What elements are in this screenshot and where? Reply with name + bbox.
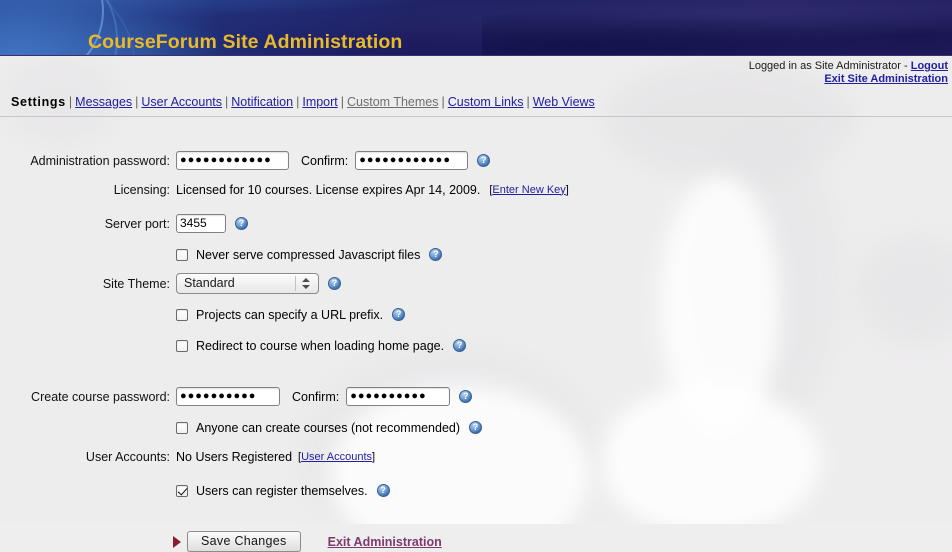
row-server-port: Server port: 3455 ? xyxy=(0,213,952,234)
user-accounts-link[interactable]: User Accounts xyxy=(301,451,372,463)
url-prefix-checkbox[interactable] xyxy=(176,308,188,321)
tab-web-views[interactable]: Web Views xyxy=(533,95,595,109)
row-self-register: Users can register themselves. ? xyxy=(0,480,952,501)
tab-separator: | xyxy=(68,95,73,109)
row-redirect-home: Redirect to course when loading home pag… xyxy=(0,335,952,356)
help-icon[interactable]: ? xyxy=(328,277,341,290)
help-icon[interactable]: ? xyxy=(376,484,390,497)
row-create-course-password: Create course password: ●●●●●●●●●● Confi… xyxy=(0,386,952,407)
redirect-home-checkbox[interactable] xyxy=(176,339,188,352)
anyone-create-courses-checkbox[interactable] xyxy=(176,421,188,434)
row-anyone-create-courses: Anyone can create courses (not recommend… xyxy=(0,417,952,438)
site-theme-select[interactable]: Standard xyxy=(176,273,319,294)
tab-settings[interactable]: Settings xyxy=(11,95,66,109)
row-never-compress: Never serve compressed Javascript files … xyxy=(0,244,952,265)
create-course-password-value: ●●●●●●●●●● xyxy=(180,390,257,402)
admin-password-input[interactable]: ●●●●●●●●●●●● xyxy=(176,151,289,170)
tab-custom-themes[interactable]: Custom Themes xyxy=(347,95,438,109)
create-course-password-input[interactable]: ●●●●●●●●●● xyxy=(176,387,280,406)
bracket-close: ] xyxy=(372,450,376,463)
url-prefix-label[interactable]: Projects can specify a URL prefix. xyxy=(196,308,383,322)
help-icon[interactable]: ? xyxy=(392,308,406,321)
site-banner: CourseForum Site Administration xyxy=(0,0,952,56)
row-user-accounts: User Accounts: No Users Registered [User… xyxy=(0,446,952,467)
banner-texture xyxy=(482,0,952,55)
help-icon[interactable]: ? xyxy=(235,217,248,230)
licensing-text: Licensed for 10 courses. License expires… xyxy=(176,182,481,197)
admin-password-confirm-value: ●●●●●●●●●●●● xyxy=(359,154,451,166)
create-course-password-label: Create course password: xyxy=(31,389,170,404)
exit-site-administration-link[interactable]: Exit Site Administration xyxy=(824,73,948,85)
row-licensing: Licensing: Licensed for 10 courses. Lice… xyxy=(0,179,952,200)
tab-import[interactable]: Import xyxy=(302,95,337,109)
logout-link[interactable]: Logout xyxy=(911,60,948,72)
create-course-password-confirm-label: Confirm: xyxy=(292,389,340,404)
save-changes-button[interactable]: Save Changes xyxy=(187,531,301,552)
tab-custom-links[interactable]: Custom Links xyxy=(448,95,524,109)
bracket-close: ] xyxy=(565,183,569,196)
server-port-label: Server port: xyxy=(104,216,170,231)
user-accounts-status-text: No Users Registered xyxy=(176,449,293,464)
admin-password-confirm-input[interactable]: ●●●●●●●●●●●● xyxy=(355,151,469,170)
row-url-prefix: Projects can specify a URL prefix. ? xyxy=(0,304,952,325)
page-root: CourseForum Site Administration Logged i… xyxy=(0,0,952,552)
help-icon[interactable]: ? xyxy=(429,248,443,261)
tab-messages[interactable]: Messages xyxy=(75,95,132,109)
self-register-label[interactable]: Users can register themselves. xyxy=(196,484,368,498)
tab-separator: | xyxy=(225,95,229,109)
help-icon[interactable]: ? xyxy=(477,154,491,167)
create-course-password-confirm-value: ●●●●●●●●●● xyxy=(350,390,427,402)
triangle-marker-icon xyxy=(173,535,181,548)
tab-notification[interactable]: Notification xyxy=(231,95,293,109)
server-port-input[interactable]: 3455 xyxy=(176,214,226,233)
admin-password-confirm-label: Confirm: xyxy=(301,153,349,168)
tab-separator: | xyxy=(441,95,445,109)
login-status-bar: Logged in as Site Administrator - Logout… xyxy=(0,56,952,89)
admin-tab-bar: Settings | Messages | User Accounts | Notifica… xyxy=(0,89,952,117)
form-actions: Save Changes Exit Administration xyxy=(0,531,952,552)
never-compress-checkbox[interactable] xyxy=(176,248,188,261)
site-theme-selected-value: Standard xyxy=(184,276,235,290)
enter-new-key-link[interactable]: Enter New Key xyxy=(492,184,565,196)
admin-password-label: Administration password: xyxy=(30,153,170,168)
tab-separator: | xyxy=(340,95,345,109)
row-site-theme: Site Theme: Standard ? xyxy=(0,273,952,294)
never-compress-label[interactable]: Never serve compressed Javascript files xyxy=(196,248,420,262)
select-divider xyxy=(295,276,296,291)
anyone-create-courses-label[interactable]: Anyone can create courses (not recommend… xyxy=(196,421,460,435)
exit-administration-link[interactable]: Exit Administration xyxy=(328,535,442,549)
create-course-password-confirm-input[interactable]: ●●●●●●●●●● xyxy=(346,387,451,406)
tab-separator: | xyxy=(296,95,300,109)
self-register-checkbox[interactable] xyxy=(176,484,188,497)
settings-form: Administration password: ●●●●●●●●●●●● Co… xyxy=(0,117,952,552)
help-icon[interactable]: ? xyxy=(469,421,483,434)
user-accounts-label: User Accounts: xyxy=(85,449,170,464)
admin-password-value: ●●●●●●●●●●●● xyxy=(180,154,272,166)
licensing-label: Licensing: xyxy=(113,182,170,197)
server-port-value: 3455 xyxy=(180,216,207,230)
site-theme-label: Site Theme: xyxy=(102,276,170,291)
help-icon[interactable]: ? xyxy=(453,339,467,352)
row-admin-password: Administration password: ●●●●●●●●●●●● Co… xyxy=(0,150,952,171)
redirect-home-label[interactable]: Redirect to course when loading home pag… xyxy=(196,339,444,353)
login-status-text: Logged in as Site Administrator - xyxy=(748,60,911,72)
tab-user-accounts[interactable]: User Accounts xyxy=(141,95,222,109)
tab-separator: | xyxy=(526,95,530,109)
chevron-updown-icon[interactable] xyxy=(300,274,311,293)
page-title: CourseForum Site Administration xyxy=(88,31,403,53)
help-icon[interactable]: ? xyxy=(459,390,473,403)
